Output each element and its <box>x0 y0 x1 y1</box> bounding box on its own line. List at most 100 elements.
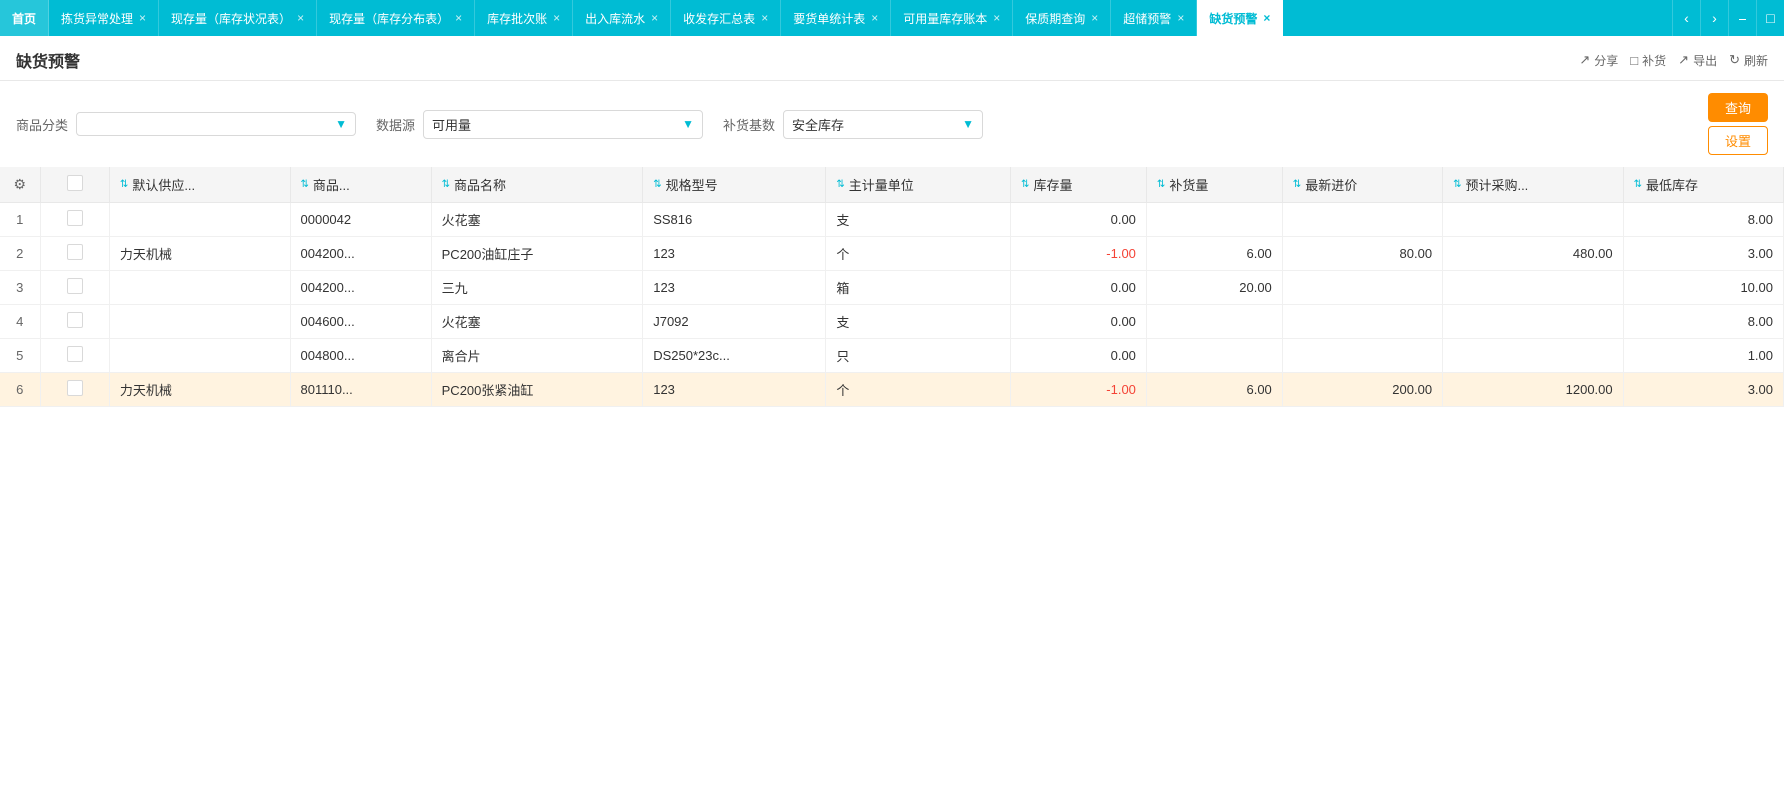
tab-label: 现存量（库存状况表） <box>171 10 291 27</box>
row-checkbox[interactable] <box>67 210 83 226</box>
tab-reject-abnormal[interactable]: 拣货异常处理 × <box>49 0 159 36</box>
checkbox-column-header[interactable] <box>40 167 109 203</box>
tab-batch-account[interactable]: 库存批次账 × <box>475 0 573 36</box>
page-header: 缺货预警 ↗ 分享 □ 补货 ↗ 导出 ↻ 刷新 <box>0 36 1784 81</box>
latest-price-column-header[interactable]: ⇅ 最新进价 <box>1282 167 1442 203</box>
row-checkbox[interactable] <box>67 312 83 328</box>
category-filter-label: 商品分类 <box>16 115 68 134</box>
settings-button[interactable]: 设置 <box>1708 126 1768 155</box>
tab-close-icon[interactable]: × <box>553 11 560 25</box>
restock-button[interactable]: □ 补货 <box>1630 52 1666 69</box>
default-supplier-column-header[interactable]: ⇅ 默认供应... <box>109 167 290 203</box>
row-checkbox-cell[interactable] <box>40 237 109 271</box>
row-settings-cell: 6 <box>0 373 40 407</box>
tab-shortage-warning[interactable]: 缺货预警 × <box>1197 0 1283 36</box>
tab-close-icon[interactable]: × <box>651 11 658 25</box>
row-latest-price-cell: 200.00 <box>1282 373 1442 407</box>
tab-maximize-button[interactable]: □ <box>1756 0 1784 36</box>
row-checkbox[interactable] <box>67 278 83 294</box>
row-product-code-cell: 004600... <box>290 305 431 339</box>
row-restock-qty-cell <box>1146 305 1282 339</box>
row-product-name-cell: 火花塞 <box>431 305 643 339</box>
row-min-stock-cell: 10.00 <box>1623 271 1783 305</box>
row-min-stock-cell: 3.00 <box>1623 237 1783 271</box>
tab-stock-status[interactable]: 现存量（库存状况表） × <box>159 0 317 36</box>
min-stock-column-header[interactable]: ⇅ 最低库存 <box>1623 167 1783 203</box>
tab-navigation: ‹ › ⎯ □ <box>1672 0 1784 36</box>
select-all-checkbox[interactable] <box>67 175 83 191</box>
tab-expiry-query[interactable]: 保质期查询 × <box>1013 0 1111 36</box>
row-unit-cell: 支 <box>826 203 1011 237</box>
row-restock-qty-cell <box>1146 339 1282 373</box>
tab-close-icon[interactable]: × <box>297 11 304 25</box>
row-product-code-cell: 801110... <box>290 373 431 407</box>
tab-stock-dist[interactable]: 现存量（库存分布表） × <box>317 0 475 36</box>
filter-area: 商品分类 ▼ 数据源 可用量 ▼ 补货基数 安全库存 ▼ 查询 设置 <box>0 81 1784 167</box>
tab-inout-flow[interactable]: 出入库流水 × <box>573 0 671 36</box>
tab-close-icon[interactable]: × <box>1091 11 1098 25</box>
row-product-name-cell: 离合片 <box>431 339 643 373</box>
spec-column-header[interactable]: ⇅ 规格型号 <box>643 167 826 203</box>
row-unit-cell: 支 <box>826 305 1011 339</box>
row-stock-qty-cell: 0.00 <box>1011 271 1147 305</box>
tab-close-icon[interactable]: × <box>871 11 878 25</box>
restock-qty-column-header[interactable]: ⇅ 补货量 <box>1146 167 1282 203</box>
category-select[interactable]: ▼ <box>76 112 356 136</box>
settings-column-header[interactable]: ⚙ <box>0 167 40 203</box>
row-checkbox-cell[interactable] <box>40 373 109 407</box>
product-code-column-header[interactable]: ⇅ 商品... <box>290 167 431 203</box>
tab-close-icon[interactable]: × <box>1263 11 1270 25</box>
tab-home[interactable]: 首页 <box>0 0 49 36</box>
sort-icon: ⇅ <box>301 179 309 190</box>
refresh-button[interactable]: ↻ 刷新 <box>1729 52 1768 69</box>
settings-icon[interactable]: ⚙ <box>13 176 26 192</box>
row-restock-qty-cell: 6.00 <box>1146 373 1282 407</box>
tab-available-ledger[interactable]: 可用量库存账本 × <box>891 0 1013 36</box>
row-latest-price-cell <box>1282 271 1442 305</box>
header-actions: ↗ 分享 □ 补货 ↗ 导出 ↻ 刷新 <box>1579 52 1768 69</box>
product-name-column-header[interactable]: ⇅ 商品名称 <box>431 167 643 203</box>
tab-requisition-stat[interactable]: 要货单统计表 × <box>781 0 891 36</box>
tab-close-icon[interactable]: × <box>139 11 146 25</box>
tab-minimize-button[interactable]: ⎯ <box>1728 0 1756 36</box>
restock-base-select[interactable]: 安全库存 ▼ <box>783 110 983 139</box>
stock-qty-column-header[interactable]: ⇅ 库存量 <box>1011 167 1147 203</box>
tab-collect-summary[interactable]: 收发存汇总表 × <box>671 0 781 36</box>
tab-prev-button[interactable]: ‹ <box>1672 0 1700 36</box>
sort-up-icon: ⇅ <box>120 179 128 190</box>
row-stock-qty-cell: -1.00 <box>1011 237 1147 271</box>
tab-next-button[interactable]: › <box>1700 0 1728 36</box>
share-button[interactable]: ↗ 分享 <box>1579 52 1618 69</box>
row-checkbox[interactable] <box>67 244 83 260</box>
datasource-select[interactable]: 可用量 ▼ <box>423 110 703 139</box>
row-supplier-cell <box>109 271 290 305</box>
estimated-purchase-column-header[interactable]: ⇅ 预计采购... <box>1443 167 1624 203</box>
row-unit-cell: 个 <box>826 237 1011 271</box>
query-button[interactable]: 查询 <box>1708 93 1768 122</box>
tab-overstock-warning[interactable]: 超储预警 × <box>1111 0 1197 36</box>
unit-column-header[interactable]: ⇅ 主计量单位 <box>826 167 1011 203</box>
row-product-name-cell: PC200张紧油缸 <box>431 373 643 407</box>
tab-close-icon[interactable]: × <box>993 11 1000 25</box>
row-checkbox-cell[interactable] <box>40 305 109 339</box>
row-product-code-cell: 004800... <box>290 339 431 373</box>
row-stock-qty-cell: 0.00 <box>1011 203 1147 237</box>
export-button[interactable]: ↗ 导出 <box>1678 52 1717 69</box>
tab-label: 超储预警 <box>1123 10 1171 27</box>
tab-label: 要货单统计表 <box>793 10 865 27</box>
row-stock-qty-cell: 0.00 <box>1011 339 1147 373</box>
datasource-filter-group: 数据源 可用量 ▼ <box>376 110 703 139</box>
data-table: ⚙ ⇅ 默认供应... ⇅ 商品... <box>0 167 1784 407</box>
row-checkbox[interactable] <box>67 380 83 396</box>
tab-close-icon[interactable]: × <box>455 11 462 25</box>
row-estimated-purchase-cell: 480.00 <box>1443 237 1624 271</box>
row-checkbox-cell[interactable] <box>40 271 109 305</box>
row-checkbox-cell[interactable] <box>40 339 109 373</box>
tab-close-icon[interactable]: × <box>761 11 768 25</box>
tab-close-icon[interactable]: × <box>1177 11 1184 25</box>
row-checkbox[interactable] <box>67 346 83 362</box>
row-latest-price-cell: 80.00 <box>1282 237 1442 271</box>
sort-icon: ⇅ <box>653 179 661 190</box>
row-checkbox-cell[interactable] <box>40 203 109 237</box>
row-min-stock-cell: 8.00 <box>1623 305 1783 339</box>
